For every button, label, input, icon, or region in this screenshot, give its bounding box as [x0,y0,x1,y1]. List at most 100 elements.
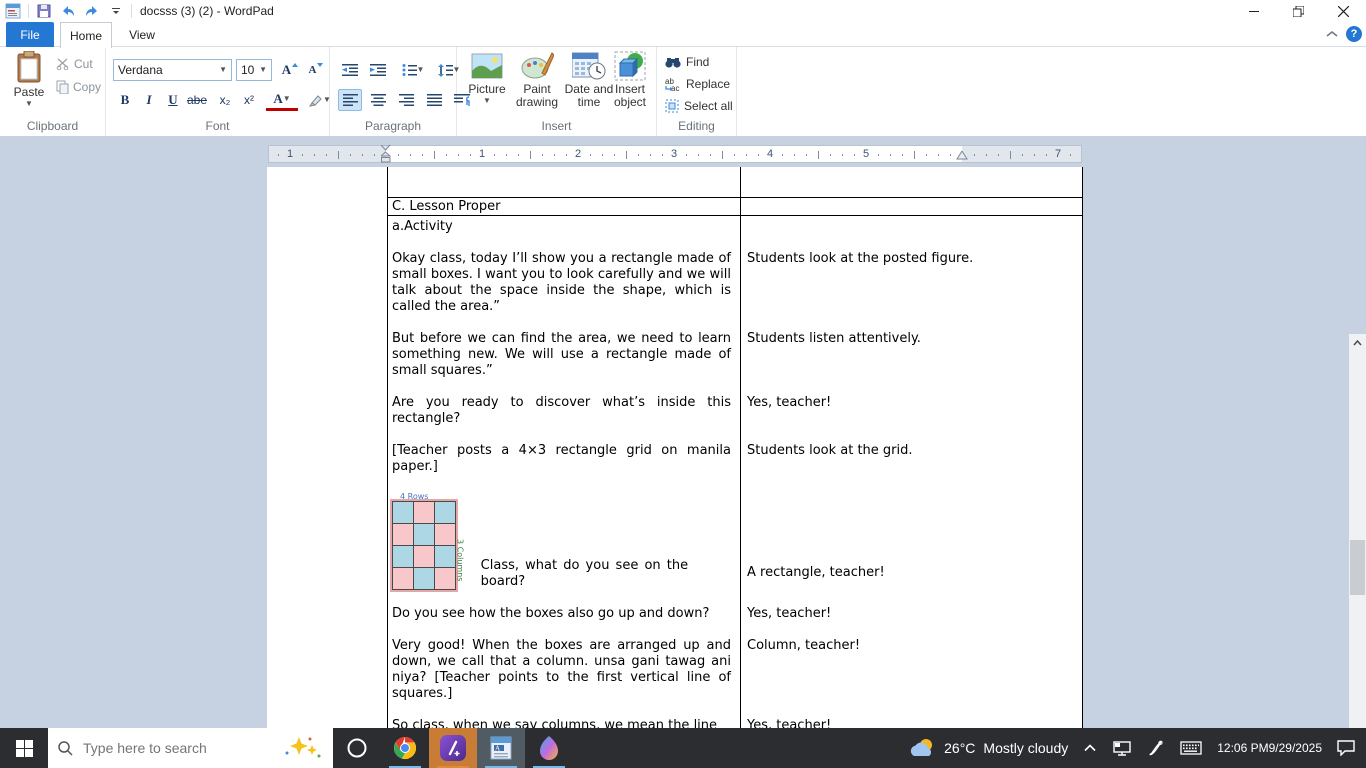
tab-file[interactable]: File [6,22,54,47]
shrink-font-button[interactable]: A [304,59,328,81]
search-highlights-icon[interactable] [283,735,323,761]
align-center-button[interactable] [366,89,390,111]
network-icon [1113,741,1131,756]
students-cell[interactable] [740,219,1082,235]
cortana-button[interactable] [333,728,381,768]
help-icon[interactable]: ? [1346,26,1362,42]
list-button[interactable]: ▼ [396,59,430,81]
tray-overflow-button[interactable] [1077,728,1103,768]
justify-button[interactable] [422,89,446,111]
ruler-tick [1022,154,1023,156]
window-controls [1231,0,1366,22]
ruler-tick [1010,151,1011,159]
ruler-tick [446,154,447,156]
weather-temp: 26°C [944,740,976,756]
minimize-button[interactable] [1231,0,1276,22]
teacher-cell[interactable]: 4 Rows 3 Columns Class, what do you see on… [388,491,740,592]
taskbar-chrome-button[interactable] [381,728,429,768]
font-size-select[interactable]: 10 ▼ [236,59,272,81]
scrollbar-thumb[interactable] [1350,540,1365,595]
students-cell[interactable]: Yes, teacher! [740,606,1082,622]
teacher-cell[interactable]: a.Activity [388,219,740,235]
insert-object-button[interactable]: Insert object [607,51,653,109]
ruler-tick [554,154,555,156]
strikethrough-button[interactable]: abe [185,89,209,111]
students-cell[interactable]: Yes, teacher! [740,395,1082,427]
font-color-button[interactable]: A ▼ [266,89,298,111]
ruler-tick [1034,154,1035,156]
decrease-indent-button[interactable] [338,59,362,81]
taskbar-wordpad-button[interactable]: A [477,728,525,768]
students-cell[interactable]: Students look at the grid. [740,443,1082,475]
undo-button[interactable] [59,2,77,20]
taskbar-search[interactable] [48,728,333,768]
teacher-cell[interactable]: Are you ready to discover what’s inside … [388,395,740,427]
scroll-up-icon[interactable] [1349,334,1366,351]
cut-button[interactable]: Cut [56,57,93,71]
customize-quick-access-button[interactable] [107,2,125,20]
increase-indent-button[interactable] [366,59,390,81]
paint-drawing-label: Paint drawing [515,82,559,109]
ruler-tick [410,154,411,156]
redo-button[interactable] [83,2,101,20]
weather-icon [911,739,933,756]
indent-marker[interactable] [381,145,391,163]
ruler[interactable]: 1 1 2 3 4 5 7 [268,145,1082,163]
teacher-cell[interactable]: So class, when we say columns, we mean t… [388,718,740,728]
table-row [387,167,1083,198]
taskbar-paint3d-button[interactable] [525,728,573,768]
students-cell[interactable]: Yes, teacher! [740,718,1082,728]
students-cell[interactable]: A rectangle, teacher! [740,491,1082,590]
restore-button[interactable] [1276,0,1321,22]
grid-figure[interactable]: 4 Rows 3 Columns [390,491,468,592]
teacher-cell[interactable]: Do you see how the boxes also go up and … [388,606,740,622]
teacher-cell[interactable]: Okay class, today I’ll show you a rectan… [388,251,740,315]
insert-picture-button[interactable]: Picture ▼ [463,51,511,105]
taskbar-app-slash-button[interactable] [429,728,477,768]
font-family-select[interactable]: Verdana ▼ [113,59,232,81]
document-page[interactable]: C. Lesson Proper a.Activity Okay class, t… [267,167,1083,728]
search-input[interactable] [83,740,273,756]
find-label: Find [686,55,710,69]
paint-drawing-button[interactable]: Paint drawing [515,51,559,109]
select-all-icon [665,99,679,113]
save-button[interactable] [35,2,53,20]
teacher-cell[interactable]: [Teacher posts a 4×3 rectangle grid on m… [388,443,740,475]
clock-widget[interactable]: 12:06 PM 9/29/2025 [1211,728,1328,768]
group-label-clipboard: Clipboard [26,119,79,133]
superscript-button[interactable]: x² [237,89,261,111]
collapse-ribbon-icon[interactable] [1326,30,1338,38]
select-all-button[interactable]: Select all [665,99,733,113]
underline-button[interactable]: U [161,89,185,111]
teacher-cell[interactable]: Very good! When the boxes are arranged u… [388,638,740,702]
subscript-button[interactable]: x₂ [213,89,237,111]
copy-button[interactable]: Copy [56,80,101,94]
teacher-text: Class, what do you see on the board? [480,558,689,589]
align-right-button[interactable] [394,89,418,111]
windows-ink-button[interactable] [1141,728,1171,768]
replace-button[interactable]: ab ac Replace [665,77,730,91]
vertical-scrollbar[interactable] [1349,334,1366,728]
right-indent-marker[interactable] [956,151,968,160]
weather-widget[interactable]: 26°C Mostly cloudy [901,728,1075,768]
bold-button[interactable]: B [113,89,137,111]
tab-view[interactable]: View [118,22,166,47]
grow-font-button[interactable]: A [278,59,302,81]
start-button[interactable] [0,728,48,768]
italic-button[interactable]: I [137,89,161,111]
students-cell[interactable]: Students look at the posted figure. [740,251,1082,315]
paste-button[interactable]: Paste ▼ [8,51,50,121]
students-cell[interactable]: Students listen attentively. [740,331,1082,379]
find-button[interactable]: Find [665,55,709,69]
network-tray-button[interactable] [1105,728,1139,768]
tab-home[interactable]: Home [60,22,112,48]
teacher-cell[interactable]: But before we can find the area, we need… [388,331,740,379]
action-center-button[interactable] [1330,728,1362,768]
ruler-tick [566,154,567,156]
section-title: C. Lesson Proper [392,199,501,214]
students-cell[interactable]: Column, teacher! [740,638,1082,702]
close-button[interactable] [1321,0,1366,22]
ruler-band: 1 1 2 3 4 5 7 [0,137,1349,167]
touch-keyboard-button[interactable] [1173,728,1209,768]
align-left-button[interactable] [338,89,362,111]
